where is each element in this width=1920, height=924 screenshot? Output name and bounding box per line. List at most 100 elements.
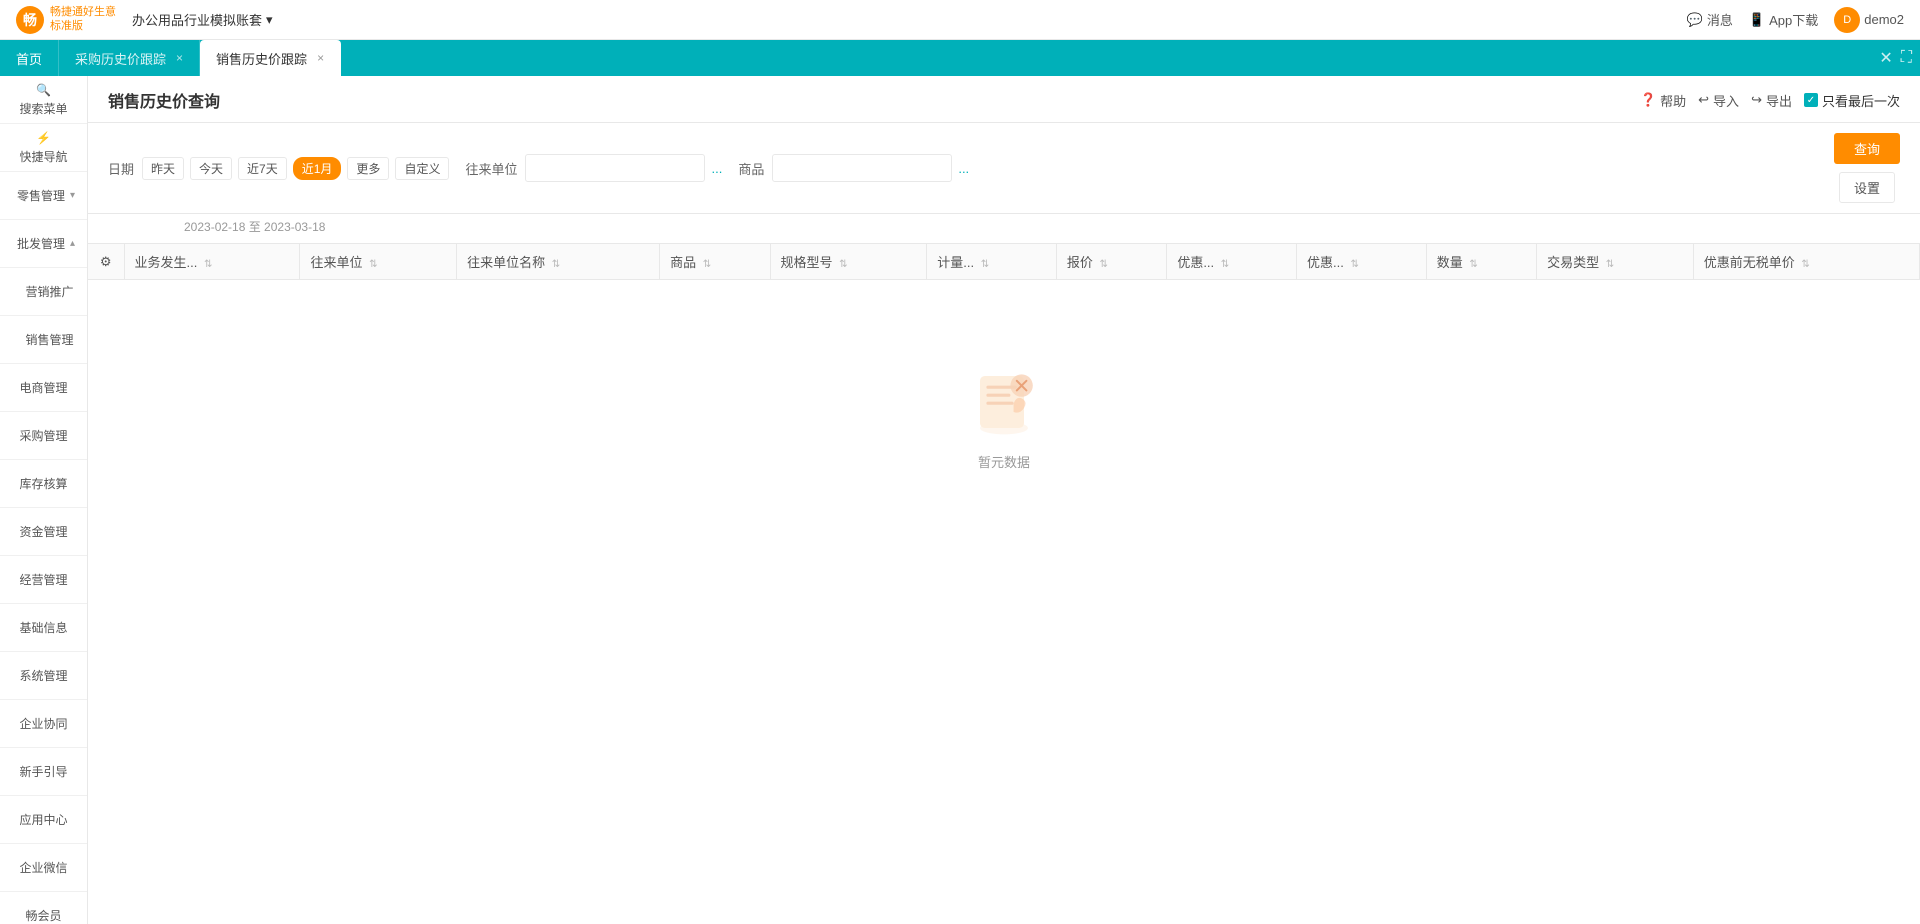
sort-arrows-unit: ⇅ xyxy=(981,259,989,270)
data-table: ⚙ 业务发生... ⇅ 往来单位 ⇅ 往来单位名称 ⇅ xyxy=(88,244,1920,280)
table-col-partner-name[interactable]: 往来单位名称 ⇅ xyxy=(457,244,660,280)
sidebar-item-member[interactable]: 畅会员 xyxy=(0,892,87,924)
filter-settings-button[interactable]: 设置 xyxy=(1839,172,1895,203)
table-col-price[interactable]: 报价 ⇅ xyxy=(1056,244,1166,280)
table-col-spec[interactable]: 规格型号 ⇅ xyxy=(770,244,927,280)
table-header-row: ⚙ 业务发生... ⇅ 往来单位 ⇅ 往来单位名称 ⇅ xyxy=(88,244,1920,280)
sidebar-item-wechat[interactable]: 企业微信 xyxy=(0,844,87,892)
chevron-down-icon: ▾ xyxy=(266,12,273,28)
sidebar-item-wholesale[interactable]: 批发管理 ▴ xyxy=(0,220,87,268)
goods-input[interactable] xyxy=(772,154,952,182)
date-btn-last7[interactable]: 近7天 xyxy=(238,157,287,180)
export-icon: ↪ xyxy=(1751,92,1762,108)
date-btn-more[interactable]: 更多 xyxy=(347,157,389,180)
date-btn-custom[interactable]: 自定义 xyxy=(395,157,449,180)
search-icon: 🔍 xyxy=(36,83,51,97)
empty-state-icon xyxy=(964,360,1044,440)
tab-purchase-history[interactable]: 采购历史价跟踪 × xyxy=(59,40,200,76)
sidebar-item-enterprise[interactable]: 企业协同 xyxy=(0,700,87,748)
goods-filter-group: 商品 ... xyxy=(738,154,969,182)
sidebar-item-sales-mgmt[interactable]: 销售管理 xyxy=(0,316,87,364)
partner-input[interactable] xyxy=(525,154,705,182)
shortcuts-icon: ⚡ xyxy=(36,131,51,145)
sidebar-item-apps[interactable]: 应用中心 xyxy=(0,796,87,844)
sidebar-item-basic[interactable]: 基础信息 xyxy=(0,604,87,652)
tab-bar-actions: ✕ ⛶ xyxy=(1879,40,1920,76)
sort-arrows-discount2: ⇅ xyxy=(1350,259,1358,270)
tab-sales-history[interactable]: 销售历史价跟踪 × xyxy=(200,40,341,76)
query-button[interactable]: 查询 xyxy=(1834,133,1900,164)
table-col-biz-date[interactable]: 业务发生... ⇅ xyxy=(124,244,300,280)
partner-ellipsis-btn[interactable]: ... xyxy=(711,161,722,176)
date-btn-last1m[interactable]: 近1月 xyxy=(293,157,342,180)
table-col-partner-code[interactable]: 往来单位 ⇅ xyxy=(300,244,457,280)
sidebar-item-retail[interactable]: 零售管理 ▾ xyxy=(0,172,87,220)
sort-arrows-biz-date: ⇅ xyxy=(204,259,212,270)
top-bar: 畅 畅捷通好生意 标准版 办公用品行业模拟账套 ▾ 💬 消息 📱 App下载 D… xyxy=(0,0,1920,40)
table-col-trade-type[interactable]: 交易类型 ⇅ xyxy=(1537,244,1694,280)
top-bar-left: 畅 畅捷通好生意 标准版 办公用品行业模拟账套 ▾ xyxy=(16,6,281,34)
table-container: ⚙ 业务发生... ⇅ 往来单位 ⇅ 往来单位名称 ⇅ xyxy=(88,244,1920,924)
sort-arrows-goods: ⇅ xyxy=(703,259,711,270)
only-last-checkbox-label[interactable]: ✓ 只看最后一次 xyxy=(1804,91,1900,110)
sidebar-item-operations[interactable]: 经营管理 xyxy=(0,556,87,604)
top-bar-right: 💬 消息 📱 App下载 D demo2 xyxy=(1687,7,1904,33)
sidebar-item-marketing[interactable]: 营销推广 xyxy=(0,268,87,316)
table-col-goods[interactable]: 商品 ⇅ xyxy=(660,244,770,280)
sidebar-item-system[interactable]: 系统管理 xyxy=(0,652,87,700)
sidebar-item-ecommerce[interactable]: 电商管理 xyxy=(0,364,87,412)
sidebar-item-search[interactable]: 🔍 搜索菜单 xyxy=(0,76,87,124)
sort-arrows-quantity: ⇅ xyxy=(1469,259,1477,270)
table-col-discount2[interactable]: 优惠... ⇅ xyxy=(1297,244,1427,280)
empty-state-text: 暂元数据 xyxy=(978,452,1030,471)
sidebar-item-guide[interactable]: 新手引导 xyxy=(0,748,87,796)
export-button[interactable]: ↪ 导出 xyxy=(1751,91,1792,110)
sidebar-item-purchase[interactable]: 采购管理 xyxy=(0,412,87,460)
table-col-pre-tax-price[interactable]: 优惠前无税单价 ⇅ xyxy=(1693,244,1919,280)
query-actions: 查询 设置 xyxy=(1834,133,1900,203)
app-download-button[interactable]: 📱 App下载 xyxy=(1749,10,1818,29)
app-selector[interactable]: 办公用品行业模拟账套 ▾ xyxy=(124,6,281,33)
user-avatar[interactable]: D demo2 xyxy=(1834,7,1904,33)
retail-arrow-icon: ▾ xyxy=(70,190,75,201)
sidebar-item-shortcuts[interactable]: ⚡ 快捷导航 xyxy=(0,124,87,172)
import-icon: ↩ xyxy=(1698,92,1709,108)
sidebar-item-finance[interactable]: 资金管理 xyxy=(0,508,87,556)
date-btn-today[interactable]: 今天 xyxy=(190,157,232,180)
goods-ellipsis-btn[interactable]: ... xyxy=(958,161,969,176)
partner-filter-group: 往来单位 ... xyxy=(465,154,722,182)
table-col-gear[interactable]: ⚙ xyxy=(88,244,124,280)
sidebar: 🔍 搜索菜单 ⚡ 快捷导航 零售管理 ▾ 批发管理 ▴ 营销推广 销售管理 电商… xyxy=(0,76,88,924)
page-title: 销售历史价查询 xyxy=(108,88,220,112)
close-tab-purchase[interactable]: × xyxy=(176,51,183,65)
close-tab-sales[interactable]: × xyxy=(317,51,324,65)
main-layout: 🔍 搜索菜单 ⚡ 快捷导航 零售管理 ▾ 批发管理 ▴ 营销推广 销售管理 电商… xyxy=(0,76,1920,924)
import-button[interactable]: ↩ 导入 xyxy=(1698,91,1739,110)
date-filters: 昨天 今天 近7天 近1月 更多 自定义 xyxy=(142,157,449,180)
logo-icon: 畅 xyxy=(16,6,44,34)
date-btn-yesterday[interactable]: 昨天 xyxy=(142,157,184,180)
empty-state: 暂元数据 xyxy=(88,280,1920,551)
tab-home[interactable]: 首页 xyxy=(0,40,59,76)
help-icon: ❓ xyxy=(1640,92,1656,108)
logo-text: 畅捷通好生意 标准版 xyxy=(50,6,116,32)
sort-arrows-partner-name: ⇅ xyxy=(552,259,560,270)
help-button[interactable]: ❓ 帮助 xyxy=(1640,91,1686,110)
content-area: 销售历史价查询 ❓ 帮助 ↩ 导入 ↪ 导出 ✓ xyxy=(88,76,1920,924)
close-all-tabs-icon[interactable]: ✕ xyxy=(1879,48,1892,68)
sidebar-item-inventory[interactable]: 库存核算 xyxy=(0,460,87,508)
table-col-quantity[interactable]: 数量 ⇅ xyxy=(1426,244,1536,280)
table-col-discount1[interactable]: 优惠... ⇅ xyxy=(1167,244,1297,280)
table-col-unit[interactable]: 计量... ⇅ xyxy=(927,244,1057,280)
message-button[interactable]: 💬 消息 xyxy=(1687,10,1733,29)
logo-area: 畅 畅捷通好生意 标准版 xyxy=(16,6,116,34)
page-title-row: 销售历史价查询 ❓ 帮助 ↩ 导入 ↪ 导出 ✓ xyxy=(108,88,1900,112)
page-actions: ❓ 帮助 ↩ 导入 ↪ 导出 ✓ 只看最后一次 xyxy=(1640,91,1900,110)
sort-arrows-price: ⇅ xyxy=(1100,259,1108,270)
page-header: 销售历史价查询 ❓ 帮助 ↩ 导入 ↪ 导出 ✓ xyxy=(88,76,1920,123)
wholesale-arrow-icon: ▴ xyxy=(70,238,75,249)
message-icon: 💬 xyxy=(1687,12,1703,28)
sort-arrows-spec: ⇅ xyxy=(839,259,847,270)
maximize-icon[interactable]: ⛶ xyxy=(1901,49,1912,67)
goods-filter-label: 商品 xyxy=(738,159,764,178)
